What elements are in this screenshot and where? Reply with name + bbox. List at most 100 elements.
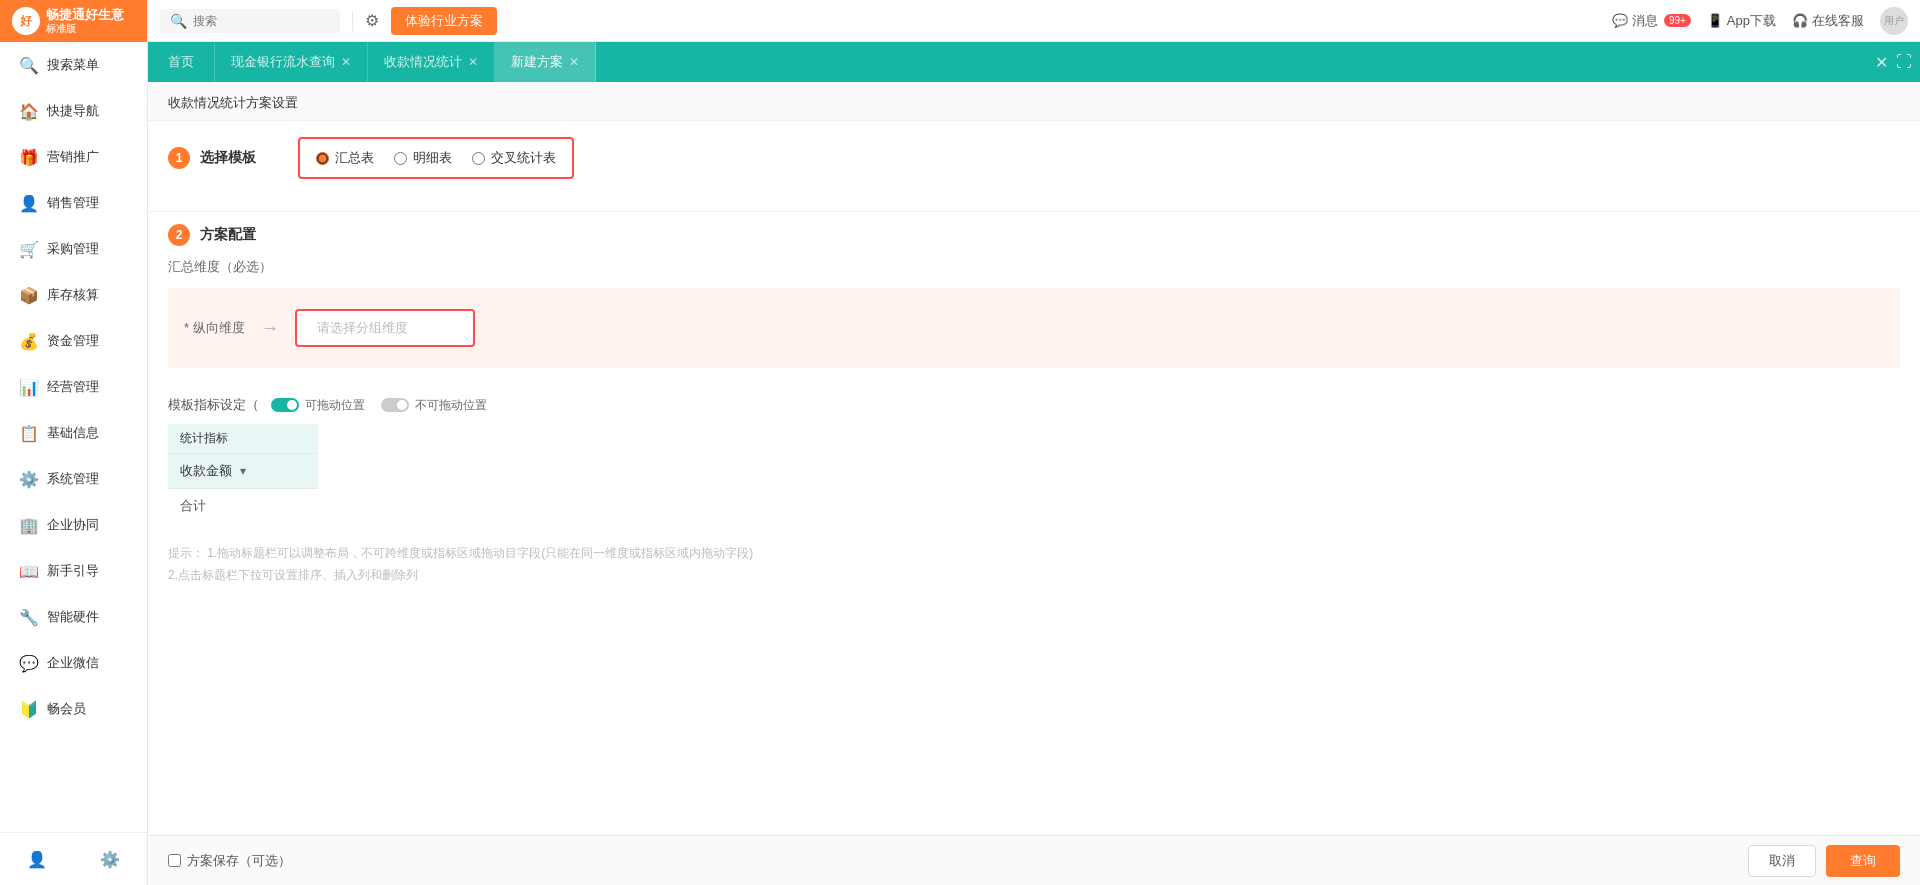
step1-number: 1 [168, 147, 190, 169]
sidebar-label-finance: 资金管理 [47, 332, 99, 350]
tab-close-all-icon[interactable]: ✕ [1875, 53, 1888, 72]
tab-new-plan-close[interactable]: ✕ [569, 55, 579, 69]
tab-new-plan[interactable]: 新建方案 ✕ [495, 42, 596, 82]
step2-number: 2 [168, 224, 190, 246]
tab-expand-icon[interactable]: ⛶ [1896, 53, 1912, 71]
search-input[interactable] [193, 14, 313, 28]
nondraggable-toggle [381, 398, 409, 412]
radio-cross-label[interactable]: 交叉统计表 [491, 149, 556, 167]
breadcrumb: 收款情况统计方案设置 [168, 95, 298, 110]
sidebar-label-inventory: 库存核算 [47, 286, 99, 304]
draggable-toggle [271, 398, 299, 412]
message-label: 消息 [1632, 12, 1658, 30]
tab-receipt-label: 收款情况统计 [384, 53, 462, 71]
sidebar-label-operation: 经营管理 [47, 378, 99, 396]
topbar-right: 💬 消息 99+ 📱 App下载 🎧 在线客服 用户 [1612, 7, 1908, 35]
tips-section: 提示： 1.拖动标题栏可以调整布局，不可跨维度或指标区域拖动目字段(只能在同一维… [168, 543, 1900, 596]
radio-summary-input[interactable] [316, 152, 329, 165]
sidebar-item-finance[interactable]: 💰 资金管理 [0, 318, 147, 364]
enterprise-icon: 🏢 [19, 516, 39, 535]
sidebar-item-inventory[interactable]: 📦 库存核算 [0, 272, 147, 318]
sidebar-item-enterprise[interactable]: 🏢 企业协同 [0, 502, 147, 548]
sidebar-item-search-menu[interactable]: 🔍 搜索菜单 [0, 42, 147, 88]
radio-detail-input[interactable] [394, 152, 407, 165]
indicator-legend: 可拖动位置 不可拖动位置 [271, 397, 487, 414]
save-checkbox[interactable] [168, 854, 181, 867]
user-avatar[interactable]: 用户 [1880, 7, 1908, 35]
message-icon: 💬 [1612, 13, 1628, 28]
step2-indicator: 2 方案配置 [168, 224, 1900, 246]
step2-title: 方案配置 [200, 226, 256, 244]
sidebar-item-member[interactable]: 🔰 畅会员 [0, 686, 147, 732]
content-inner: 收款情况统计方案设置 1 选择模板 汇总表 明细表 [148, 82, 1920, 835]
dimension-placeholder[interactable]: 请选择分组维度 [295, 309, 475, 347]
stat-indicators-title: 统计指标 [180, 431, 228, 445]
sidebar-label-hardware: 智能硬件 [47, 608, 99, 626]
sidebar-label-sales: 销售管理 [47, 194, 99, 212]
tab-receipt-close[interactable]: ✕ [468, 55, 478, 69]
dimension-config: 汇总维度（必选） * 纵向维度 → 请选择分组维度 [168, 258, 1900, 380]
query-button[interactable]: 查询 [1826, 845, 1900, 877]
bottom-settings-icon: ⚙️ [100, 850, 120, 869]
template-selector: 汇总表 明细表 交叉统计表 [298, 137, 574, 179]
stat-item-row[interactable]: 收款金额 ▾ [168, 454, 318, 488]
tab-bank-close[interactable]: ✕ [341, 55, 351, 69]
sales-icon: 👤 [19, 194, 39, 213]
message-btn[interactable]: 💬 消息 99+ [1612, 12, 1691, 30]
radio-cross[interactable]: 交叉统计表 [472, 149, 556, 167]
legend-nondraggable: 不可拖动位置 [381, 397, 487, 414]
marketing-icon: 🎁 [19, 148, 39, 167]
step1-indicator: 1 选择模板 汇总表 明细表 交叉统计表 [168, 137, 1900, 179]
dimension-area: * 纵向维度 → 请选择分组维度 [168, 288, 1900, 368]
service-label: 在线客服 [1812, 12, 1864, 30]
radio-summary-label[interactable]: 汇总表 [335, 149, 374, 167]
tab-home[interactable]: 首页 [148, 42, 215, 82]
tab-new-plan-label: 新建方案 [511, 53, 563, 71]
logo-icon: 好 [12, 7, 40, 35]
sidebar-bottom-settings[interactable]: ⚙️ [74, 839, 148, 879]
stat-sub-row: 合计 [168, 488, 318, 523]
save-checkbox-container[interactable]: 方案保存（可选） [168, 852, 291, 870]
quick-nav-icon: 🏠 [19, 102, 39, 121]
tab-receipt-stat[interactable]: 收款情况统计 ✕ [368, 42, 495, 82]
step2-section: 2 方案配置 汇总维度（必选） * 纵向维度 → 请选择分组维度 [148, 224, 1920, 606]
stat-dropdown-icon[interactable]: ▾ [240, 464, 246, 478]
system-icon: ⚙️ [19, 470, 39, 489]
topbar-search-box[interactable]: 🔍 [160, 9, 340, 33]
save-label[interactable]: 方案保存（可选） [187, 852, 291, 870]
settings-gear-icon[interactable]: ⚙ [365, 11, 379, 30]
page-header: 收款情况统计方案设置 [148, 82, 1920, 121]
cancel-button[interactable]: 取消 [1748, 845, 1816, 877]
app-download-icon: 📱 [1707, 13, 1723, 28]
inventory-icon: 📦 [19, 286, 39, 305]
indicators-title-text: 模板指标设定（ [168, 396, 259, 414]
trial-industry-btn[interactable]: 体验行业方案 [391, 7, 497, 35]
sidebar-label-basic: 基础信息 [47, 424, 99, 442]
sidebar-item-wechat[interactable]: 💬 企业微信 [0, 640, 147, 686]
search-menu-icon: 🔍 [19, 56, 39, 75]
sidebar-item-hardware[interactable]: 🔧 智能硬件 [0, 594, 147, 640]
sidebar-item-purchase[interactable]: 🛒 采购管理 [0, 226, 147, 272]
radio-detail[interactable]: 明细表 [394, 149, 452, 167]
sidebar-item-basic[interactable]: 📋 基础信息 [0, 410, 147, 456]
sidebar-item-marketing[interactable]: 🎁 营销推广 [0, 134, 147, 180]
sidebar-label-search-menu: 搜索菜单 [47, 56, 99, 74]
sidebar-item-sales[interactable]: 👤 销售管理 [0, 180, 147, 226]
guide-icon: 📖 [19, 562, 39, 581]
sidebar-bottom-user[interactable]: 👤 [0, 839, 74, 879]
sidebar-item-operation[interactable]: 📊 经营管理 [0, 364, 147, 410]
indicators-section: 模板指标设定（ 可拖动位置 [168, 396, 1900, 523]
service-icon: 🎧 [1792, 13, 1808, 28]
sidebar-item-system[interactable]: ⚙️ 系统管理 [0, 456, 147, 502]
online-service-btn[interactable]: 🎧 在线客服 [1792, 12, 1864, 30]
radio-cross-input[interactable] [472, 152, 485, 165]
radio-detail-label[interactable]: 明细表 [413, 149, 452, 167]
tab-bank[interactable]: 现金银行流水查询 ✕ [215, 42, 368, 82]
sidebar-bottom: 👤 ⚙️ [0, 832, 147, 885]
sidebar-item-quick-nav[interactable]: 🏠 快捷导航 [0, 88, 147, 134]
sidebar-item-guide[interactable]: 📖 新手引导 [0, 548, 147, 594]
stat-indicators-box: 统计指标 收款金额 ▾ 合计 [168, 424, 318, 523]
app-download-btn[interactable]: 📱 App下载 [1707, 12, 1776, 30]
radio-summary[interactable]: 汇总表 [316, 149, 374, 167]
divider1 [148, 211, 1920, 212]
